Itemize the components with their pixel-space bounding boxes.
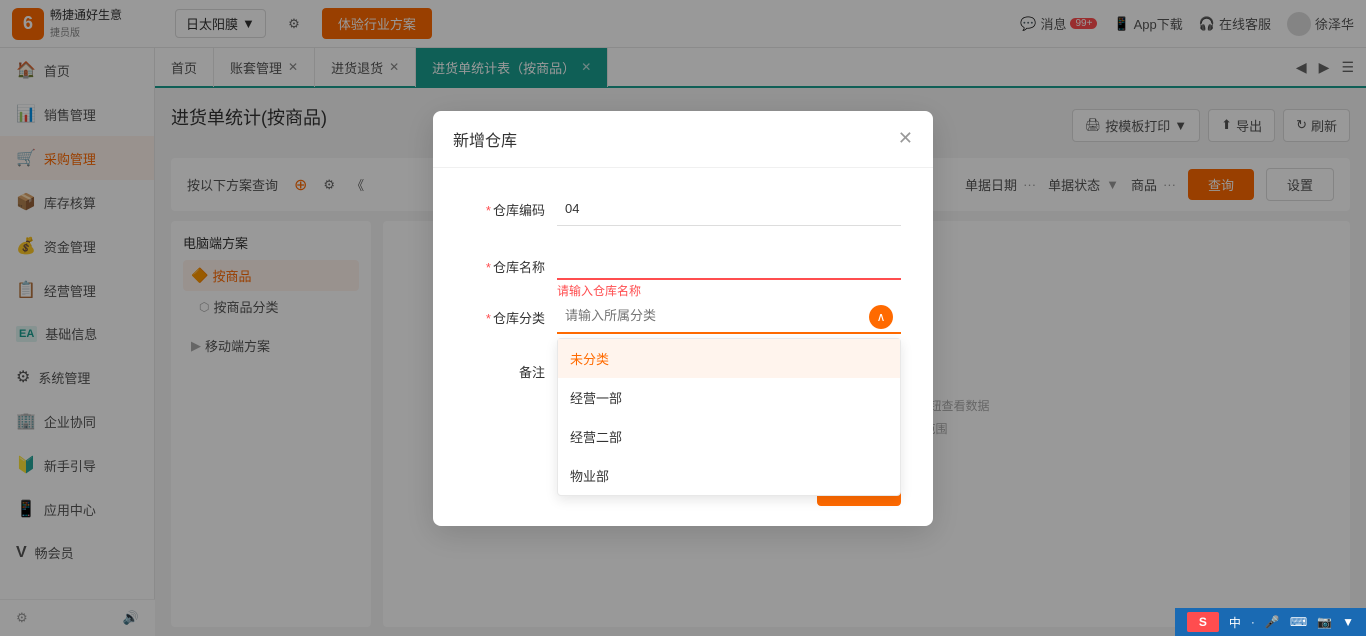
form-row-code: 仓库编码 — [465, 192, 901, 226]
status-item-arrow[interactable]: ▼ — [1342, 615, 1354, 629]
dropdown-item-1[interactable]: 经营一部 — [558, 378, 900, 417]
status-item-zh[interactable]: 中 — [1229, 614, 1241, 631]
status-bar: S 中 · 🎤 ⌨ 📷 ▼ — [1175, 608, 1366, 636]
modal-overlay[interactable]: 新增仓库 ✕ 仓库编码 仓库名称 请输入仓库名称 仓库分类 — [0, 0, 1366, 636]
dropdown-item-3[interactable]: 物业部 — [558, 456, 900, 495]
category-select-container: ∧ 未分类 经营一部 经营二部 物业部 — [557, 300, 901, 334]
modal-header: 新增仓库 ✕ — [433, 111, 933, 168]
status-item-dot: · — [1251, 615, 1255, 629]
code-label: 仓库编码 — [465, 192, 545, 219]
name-error-msg: 请输入仓库名称 — [557, 282, 641, 299]
form-row-category: 仓库分类 ∧ 未分类 经营一部 经营二部 物业部 — [465, 300, 901, 334]
new-warehouse-modal: 新增仓库 ✕ 仓库编码 仓库名称 请输入仓库名称 仓库分类 — [433, 111, 933, 526]
s-logo: S — [1187, 612, 1219, 632]
category-dropdown-list: 未分类 经营一部 经营二部 物业部 — [557, 338, 901, 496]
name-label: 仓库名称 — [465, 249, 545, 276]
status-item-mic[interactable]: 🎤 — [1265, 615, 1280, 629]
category-input[interactable] — [557, 300, 901, 334]
name-input[interactable] — [557, 246, 901, 280]
modal-close-button[interactable]: ✕ — [898, 128, 913, 149]
category-label: 仓库分类 — [465, 300, 545, 327]
dropdown-item-2[interactable]: 经营二部 — [558, 417, 900, 456]
modal-body: 仓库编码 仓库名称 请输入仓库名称 仓库分类 ∧ 未分类 — [433, 168, 933, 458]
modal-title: 新增仓库 — [453, 127, 517, 151]
status-item-keyboard[interactable]: ⌨ — [1290, 615, 1307, 629]
form-row-name: 仓库名称 请输入仓库名称 — [465, 246, 901, 280]
dropdown-item-0[interactable]: 未分类 — [558, 339, 900, 378]
code-input[interactable] — [557, 192, 901, 226]
category-dropdown-arrow[interactable]: ∧ — [869, 305, 893, 329]
remark-label: 备注 — [465, 354, 545, 381]
status-item-camera[interactable]: 📷 — [1317, 615, 1332, 629]
